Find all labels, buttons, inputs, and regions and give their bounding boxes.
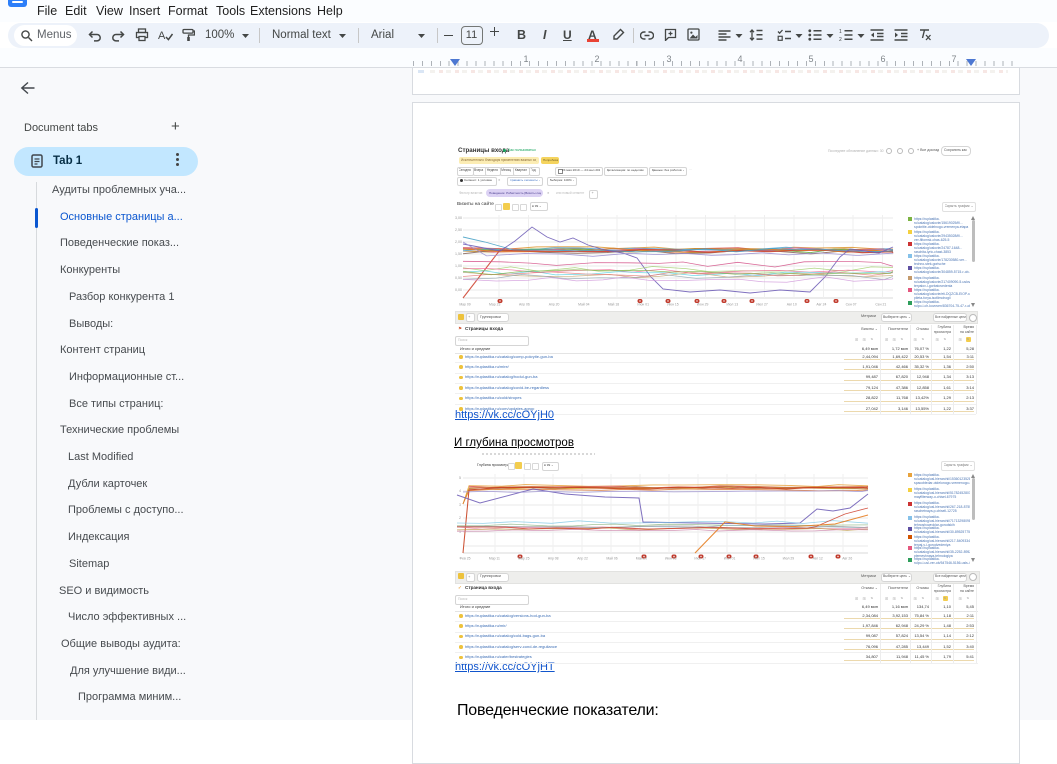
svg-text:Апр 06: Апр 06 xyxy=(519,303,530,306)
svg-text:Сен 07: Сен 07 xyxy=(846,303,857,306)
svg-text:0,50: 0,50 xyxy=(455,276,462,280)
svg-text:Июл 13: Июл 13 xyxy=(726,303,738,306)
svg-text:Июл 15: Июл 15 xyxy=(753,557,765,561)
svg-text:1,00: 1,00 xyxy=(455,264,462,268)
svg-text:A: A xyxy=(158,30,166,42)
svg-text:Май 06: Май 06 xyxy=(606,557,617,561)
svg-text:Июн 01: Июн 01 xyxy=(637,303,649,306)
svg-text:Сен 21: Сен 21 xyxy=(875,303,886,306)
svg-text:Июл 01: Июл 01 xyxy=(724,557,736,561)
svg-text:Мар 25: Мар 25 xyxy=(518,557,529,561)
svg-text:3,00: 3,00 xyxy=(455,216,462,220)
svg-text:5: 5 xyxy=(459,476,461,480)
svg-text:Май 20: Май 20 xyxy=(636,557,647,561)
svg-text:Авг 24: Авг 24 xyxy=(816,303,826,306)
svg-text:Июл 29: Июл 29 xyxy=(783,557,795,561)
svg-text:Апр 08: Апр 08 xyxy=(548,557,559,561)
svg-text:Апр 22: Апр 22 xyxy=(577,557,588,561)
svg-text:Авг 26: Авг 26 xyxy=(842,557,852,561)
svg-text:0,00: 0,00 xyxy=(455,288,462,292)
svg-text:Мар 09: Мар 09 xyxy=(459,303,470,306)
svg-text:Авг 10: Авг 10 xyxy=(787,303,797,306)
svg-text:2,00: 2,00 xyxy=(455,240,462,244)
svg-text:3: 3 xyxy=(459,503,461,507)
svg-text:Мар 11: Мар 11 xyxy=(489,557,500,561)
svg-text:Мар 23: Мар 23 xyxy=(489,303,500,306)
svg-text:2,50: 2,50 xyxy=(455,228,462,232)
svg-text:1: 1 xyxy=(839,29,842,35)
svg-text:Июл 27: Июл 27 xyxy=(756,303,768,306)
svg-text:Апр 20: Апр 20 xyxy=(549,303,560,306)
svg-text:2: 2 xyxy=(459,516,461,520)
svg-text:4: 4 xyxy=(459,489,461,493)
svg-text:Июн 15: Июн 15 xyxy=(667,303,679,306)
svg-text:1: 1 xyxy=(459,530,461,534)
svg-text:Июн 29: Июн 29 xyxy=(697,303,709,306)
svg-text:Май 04: Май 04 xyxy=(578,303,589,306)
svg-text:Июн 03: Июн 03 xyxy=(665,557,677,561)
svg-text:1,50: 1,50 xyxy=(455,252,462,256)
svg-text:Май 18: Май 18 xyxy=(608,303,619,306)
svg-text:Июн 17: Июн 17 xyxy=(694,557,706,561)
svg-text:2: 2 xyxy=(839,37,842,41)
svg-text:Авг 12: Авг 12 xyxy=(813,557,823,561)
svg-text:Фев 25: Фев 25 xyxy=(460,557,471,561)
